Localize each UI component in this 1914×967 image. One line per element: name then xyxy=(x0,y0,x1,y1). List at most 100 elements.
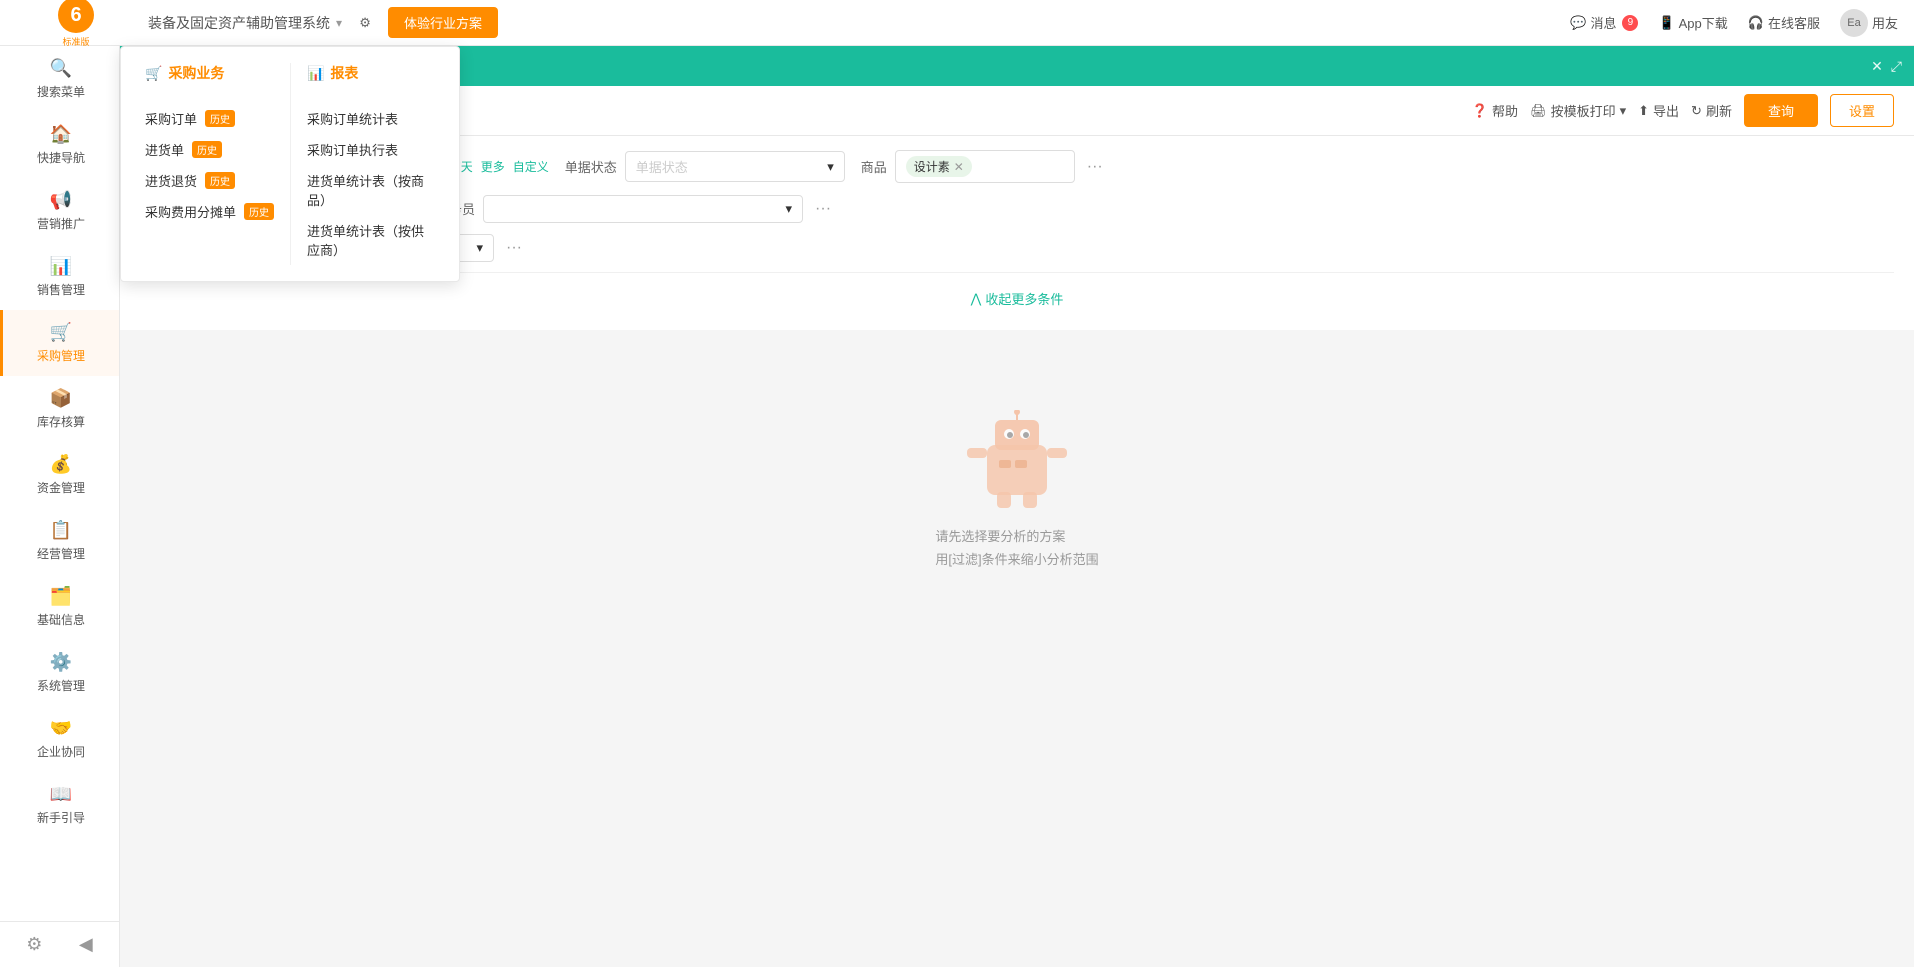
basic-icon: 🗂️ xyxy=(50,586,72,607)
app-download-btn[interactable]: 📱 App下载 xyxy=(1658,13,1727,32)
expense-history: 历史 xyxy=(244,203,274,220)
settings-gear-btn[interactable]: ⚙ xyxy=(350,8,380,38)
menu-item-return[interactable]: 进货退货 历史 xyxy=(145,165,282,196)
staff-arrow: ▾ xyxy=(786,201,793,217)
business-section-icon: 🛒 xyxy=(145,65,162,82)
online-service-btn[interactable]: 🎧 在线客服 xyxy=(1748,13,1820,32)
sidebar-label-quicknav: 快捷导航 xyxy=(37,149,85,166)
print-btn[interactable]: 🖨 按模板打印 ▾ xyxy=(1530,101,1626,120)
sidebar-settings-btn[interactable]: ⚙ xyxy=(26,934,42,955)
tab-close-all-btn[interactable]: ✕ xyxy=(1871,58,1883,75)
report-section-label: 报表 xyxy=(330,63,358,83)
empty-text-area: 请先选择要分析的方案 用[过滤]条件来缩小分析范围 xyxy=(935,526,1098,572)
sidebar-label-operations: 经营管理 xyxy=(37,545,85,562)
settings-btn[interactable]: 设置 xyxy=(1830,94,1894,127)
query-btn[interactable]: 查询 xyxy=(1744,94,1818,127)
inventory-icon: 📦 xyxy=(50,388,72,409)
refresh-label: 刷新 xyxy=(1706,101,1732,120)
guide-icon: 📖 xyxy=(50,784,72,805)
sidebar-label-basic: 基础信息 xyxy=(37,611,85,628)
robot-svg xyxy=(957,410,1077,510)
logo-icon: 6 xyxy=(58,0,94,33)
export-btn[interactable]: ⬆ 导出 xyxy=(1638,101,1679,120)
user-avatar-text: Ea xyxy=(1847,17,1860,29)
staff-filter-group: 业务员 ▾ ··· xyxy=(436,195,831,223)
help-label: 帮助 xyxy=(1492,101,1518,120)
sidebar-bottom: ⚙ ◀ xyxy=(0,921,119,967)
menu-item-inbound[interactable]: 进货单 历史 xyxy=(145,134,282,165)
sidebar: 🔍 搜索菜单 🏠 快捷导航 📢 营销推广 📊 销售管理 🛒 采购管理 📦 库存核… xyxy=(0,46,120,967)
phone-icon: 📱 xyxy=(1658,15,1674,31)
sidebar-collapse-btn[interactable]: ◀ xyxy=(79,934,93,955)
sidebar-item-search[interactable]: 🔍 搜索菜单 xyxy=(0,46,119,112)
staff-more-btn[interactable]: ··· xyxy=(815,200,831,218)
business-section-label: 采购业务 xyxy=(168,63,224,83)
sidebar-item-guide[interactable]: 📖 新手引导 xyxy=(0,772,119,838)
tab-fullscreen-btn[interactable]: ⤢ xyxy=(1891,58,1902,75)
sidebar-label-coop: 企业协同 xyxy=(37,743,85,760)
message-btn[interactable]: 💬 消息 9 xyxy=(1570,13,1638,32)
marketing-icon: 📢 xyxy=(50,190,72,211)
empty-state: 请先选择要分析的方案 用[过滤]条件来缩小分析范围 xyxy=(120,330,1914,652)
customer-more-btn[interactable]: ··· xyxy=(506,239,522,257)
inbound-stat-goods-label: 进货单统计表（按商品） xyxy=(307,171,435,209)
sidebar-label-sales: 销售管理 xyxy=(37,281,85,298)
system-title: 装备及固定资产辅助管理系统 xyxy=(148,13,330,33)
user-avatar: Ea xyxy=(1840,9,1868,37)
status-select-arrow: ▾ xyxy=(827,159,834,175)
date-shortcut-custom[interactable]: 自定义 xyxy=(513,158,549,175)
export-label: 导出 xyxy=(1653,101,1679,120)
sidebar-item-purchase[interactable]: 🛒 采购管理 xyxy=(0,310,119,376)
sidebar-item-inventory[interactable]: 📦 库存核算 xyxy=(0,376,119,442)
refresh-icon: ↻ xyxy=(1691,103,1702,119)
date-shortcut-more[interactable]: 更多 xyxy=(481,158,505,175)
sidebar-item-finance[interactable]: 💰 资金管理 xyxy=(0,442,119,508)
sidebar-item-coop[interactable]: 🤝 企业协同 xyxy=(0,706,119,772)
menu-item-purchase-order[interactable]: 采购订单 历史 xyxy=(145,103,282,134)
return-history: 历史 xyxy=(205,172,235,189)
goods-select[interactable]: 设计素 ✕ xyxy=(895,150,1075,183)
menu-item-expense[interactable]: 采购费用分摊单 历史 xyxy=(145,196,282,227)
system-title-dropdown[interactable]: ▾ xyxy=(336,16,342,30)
sidebar-item-basic[interactable]: 🗂️ 基础信息 xyxy=(0,574,119,640)
sidebar-label-system: 系统管理 xyxy=(37,677,85,694)
menu-item-inbound-stat-supplier[interactable]: 进货单统计表（按供应商） xyxy=(307,215,435,265)
industry-btn[interactable]: 体验行业方案 xyxy=(388,7,498,38)
goods-tag-close[interactable]: ✕ xyxy=(954,160,964,174)
purchase-icon: 🛒 xyxy=(50,322,72,343)
top-bar: 6 标准版 装备及固定资产辅助管理系统 ▾ ⚙ 体验行业方案 💬 消息 9 📱 … xyxy=(0,0,1914,46)
menu-item-inbound-stat-goods[interactable]: 进货单统计表（按商品） xyxy=(307,165,435,215)
status-select[interactable]: 单据状态 ▾ xyxy=(625,151,845,182)
sidebar-label-purchase: 采购管理 xyxy=(37,347,85,364)
refresh-btn[interactable]: ↻ 刷新 xyxy=(1691,101,1732,120)
sidebar-label-search: 搜索菜单 xyxy=(37,83,85,100)
user-area[interactable]: Ea 用友 xyxy=(1840,9,1898,37)
menu-item-order-exec[interactable]: 采购订单执行表 xyxy=(307,134,435,165)
empty-hint-1: 请先选择要分析的方案 xyxy=(935,526,1098,545)
finance-icon: 💰 xyxy=(50,454,72,475)
message-label: 消息 xyxy=(1590,13,1616,32)
goods-more-btn[interactable]: ··· xyxy=(1087,158,1103,176)
home-icon: 🏠 xyxy=(50,124,72,145)
staff-select[interactable]: ▾ xyxy=(483,195,803,223)
expense-label: 采购费用分摊单 xyxy=(145,202,236,221)
help-btn[interactable]: ❓ 帮助 xyxy=(1472,101,1518,120)
message-icon: 💬 xyxy=(1570,15,1586,31)
sidebar-label-marketing: 营销推广 xyxy=(37,215,85,232)
sidebar-item-operations[interactable]: 📋 经营管理 xyxy=(0,508,119,574)
ops-icon: 📋 xyxy=(50,520,72,541)
sidebar-item-system[interactable]: ⚙️ 系统管理 xyxy=(0,640,119,706)
collapse-filter-btn[interactable]: ⋀ 收起更多条件 xyxy=(963,281,1072,316)
sidebar-item-sales[interactable]: 📊 销售管理 xyxy=(0,244,119,310)
print-icon: 🖨 xyxy=(1530,103,1547,119)
business-section-title: 🛒 采购业务 xyxy=(145,63,282,91)
logo-area: 6 标准版 xyxy=(16,0,136,48)
sidebar-label-guide: 新手引导 xyxy=(37,809,85,826)
print-dropdown-icon[interactable]: ▾ xyxy=(1620,103,1627,119)
sidebar-item-quicknav[interactable]: 🏠 快捷导航 xyxy=(0,112,119,178)
menu-item-order-stat[interactable]: 采购订单统计表 xyxy=(307,103,435,134)
return-label: 进货退货 xyxy=(145,171,197,190)
empty-illustration xyxy=(957,410,1077,510)
sidebar-item-marketing[interactable]: 📢 营销推广 xyxy=(0,178,119,244)
collapse-arrow-icon: ⋀ xyxy=(971,291,982,307)
